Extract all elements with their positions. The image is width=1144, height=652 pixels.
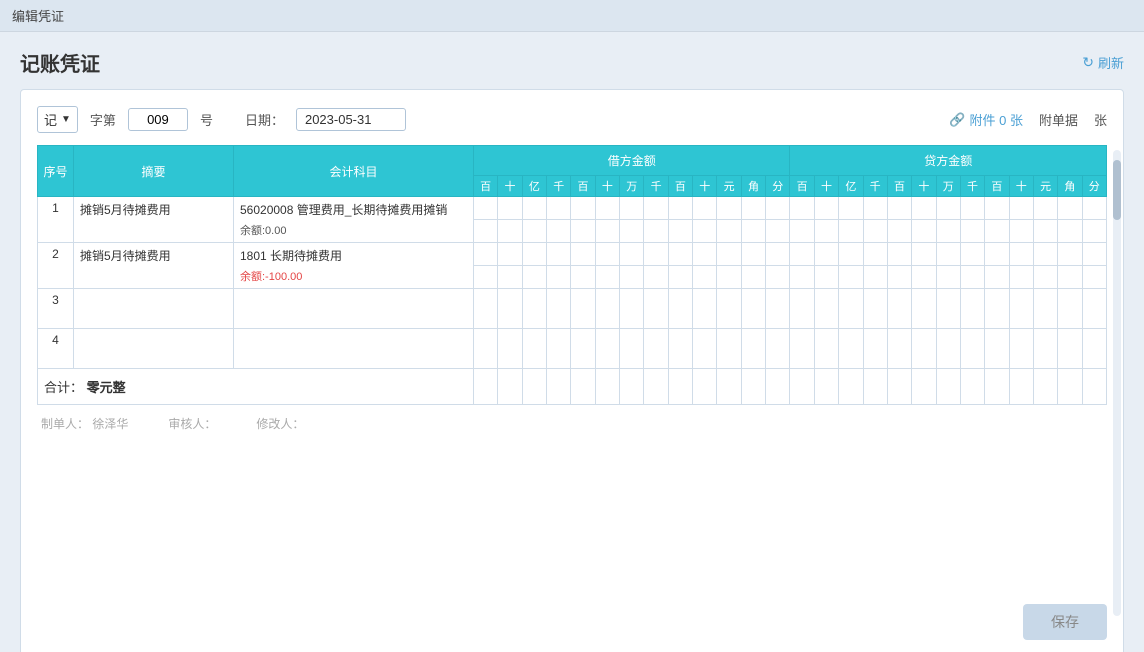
th-c-shi2: 十 (912, 176, 936, 197)
th-d-bai3: 百 (668, 176, 692, 197)
table-row: 1 摊销5月待摊费用 56020008 管理费用_长期待摊费用摊销 余额:0.0… (38, 197, 1107, 220)
total-row: 合计： 零元整 (38, 369, 1107, 405)
attachment-label: 附件 0 张 (970, 110, 1023, 129)
th-c-qian2: 千 (960, 176, 984, 197)
th-debit: 借方金额 (474, 146, 790, 176)
account-3[interactable] (234, 289, 474, 329)
summary-3[interactable] (74, 289, 234, 329)
attachment-area: 🔗 附件 0 张 附单据 张 (949, 110, 1107, 129)
title-bar: 编辑凭证 (0, 0, 1144, 32)
th-d-qian2: 千 (644, 176, 668, 197)
account-4[interactable] (234, 329, 474, 369)
zhang-label: 张 (1094, 110, 1107, 129)
voucher-number-input[interactable] (128, 108, 188, 131)
table-row: 2 摊销5月待摊费用 1801 长期待摊费用 余额:-100.00 (38, 243, 1107, 266)
summary-2[interactable]: 摊销5月待摊费用 (74, 243, 234, 289)
refresh-icon: ↻ (1082, 54, 1094, 71)
summary-1[interactable]: 摊销5月待摊费用 (74, 197, 234, 243)
th-d-qian1: 千 (547, 176, 571, 197)
th-d-shi3: 十 (693, 176, 717, 197)
th-account: 会计科目 (234, 146, 474, 197)
modifier-label: 修改人： (256, 415, 304, 432)
th-c-bai3: 百 (985, 176, 1009, 197)
th-c-jiao: 角 (1058, 176, 1082, 197)
ji-dropdown-icon: ▼ (61, 114, 71, 125)
account-2[interactable]: 1801 长期待摊费用 余额:-100.00 (234, 243, 474, 289)
fudan-label[interactable]: 附单据 (1039, 110, 1078, 129)
total-label: 合计： 零元整 (38, 369, 474, 405)
th-d-shi2: 十 (595, 176, 619, 197)
seq-1: 1 (38, 197, 74, 243)
ji-select[interactable]: 记 ▼ (37, 106, 78, 133)
th-c-fen: 分 (1082, 176, 1106, 197)
th-c-yi: 亿 (839, 176, 863, 197)
summary-4[interactable] (74, 329, 234, 369)
date-input[interactable] (296, 108, 406, 131)
th-c-qian1: 千 (863, 176, 887, 197)
ji-label: 记 (44, 110, 57, 129)
seq-4: 4 (38, 329, 74, 369)
voucher-table: 序号 摘要 会计科目 借方金额 贷方金额 百 十 亿 千 百 十 万 (37, 145, 1107, 405)
th-d-yi: 亿 (522, 176, 546, 197)
zidi-label: 字第 (90, 110, 116, 129)
attachment-icon: 🔗 (949, 112, 965, 128)
th-d-jiao: 角 (741, 176, 765, 197)
seq-3: 3 (38, 289, 74, 329)
scrollbar-track[interactable] (1113, 150, 1121, 616)
footer-row: 制单人： 徐泽华 审核人： 修改人： (37, 405, 1107, 432)
date-label: 日期： (245, 110, 284, 129)
th-c-bai2: 百 (887, 176, 911, 197)
save-button[interactable]: 保存 (1023, 604, 1107, 640)
th-c-bai1: 百 (790, 176, 814, 197)
scrollbar-thumb (1113, 160, 1121, 220)
th-d-bai2: 百 (571, 176, 595, 197)
refresh-button[interactable]: ↻ 刷新 (1082, 53, 1124, 72)
account-1[interactable]: 56020008 管理费用_长期待摊费用摊销 余额:0.00 (234, 197, 474, 243)
th-d-yuan: 元 (717, 176, 741, 197)
th-d-wan: 万 (620, 176, 644, 197)
reviewer-label: 审核人： (168, 415, 216, 432)
table-row: 3 (38, 289, 1107, 329)
th-c-shi1: 十 (814, 176, 838, 197)
attachment-link[interactable]: 🔗 附件 0 张 (949, 110, 1023, 129)
form-row: 记 ▼ 字第 号 日期： 🔗 附件 0 张 附单据 张 (37, 106, 1107, 133)
voucher-card: 记 ▼ 字第 号 日期： 🔗 附件 0 张 附单据 张 序 (20, 89, 1124, 652)
table-row: 4 (38, 329, 1107, 369)
title-bar-label: 编辑凭证 (12, 9, 64, 24)
th-seq: 序号 (38, 146, 74, 197)
th-d-fen: 分 (766, 176, 790, 197)
page-title: 记账凭证 (20, 48, 100, 77)
th-summary: 摘要 (74, 146, 234, 197)
seq-2: 2 (38, 243, 74, 289)
th-d-shi1: 十 (498, 176, 522, 197)
th-d-bai1: 百 (474, 176, 498, 197)
maker-label: 制单人： 徐泽华 (41, 415, 128, 432)
hao-label: 号 (200, 110, 213, 129)
th-credit: 贷方金额 (790, 146, 1107, 176)
th-c-yuan: 元 (1033, 176, 1057, 197)
th-c-wan: 万 (936, 176, 960, 197)
th-c-shi3: 十 (1009, 176, 1033, 197)
page-header: 记账凭证 ↻ 刷新 (20, 48, 1124, 77)
